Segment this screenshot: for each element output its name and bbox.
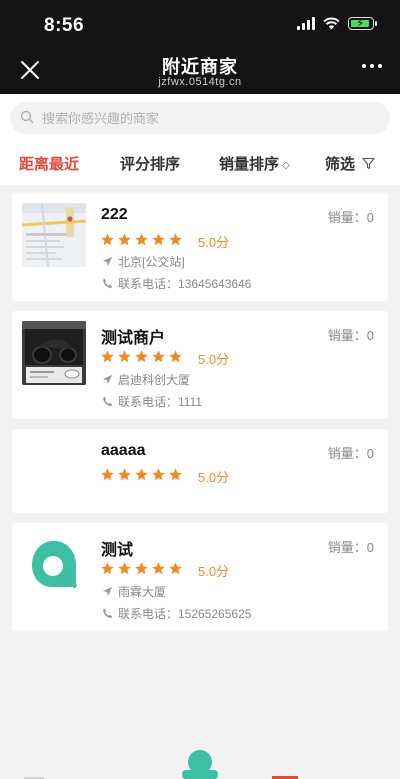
rating-stars [100,467,183,482]
tab-filter[interactable]: 筛选 [325,153,375,174]
star-icon [152,350,165,363]
rating-stars [100,561,183,576]
merchant-score: 5.0分 [198,470,230,485]
phone-icon [103,396,113,407]
star-icon [152,468,165,481]
star-icon [169,233,182,246]
star-icon [118,468,131,481]
search-area [0,94,400,140]
teal-q-logo-icon [32,541,78,589]
merchant-thumbnail-photo [22,321,86,385]
filter-icon [362,157,375,170]
merchant-card[interactable]: 测试商户 销量：0 5.0分 启迪科创大厦 联系电话：1111 [12,311,388,419]
merchant-card[interactable]: 222 销量：0 5.0分 北京[公交站] 联系电话：13645643646 [12,193,388,301]
phone-icon [103,278,113,289]
star-icon [101,350,114,363]
sort-caret-icon: ◇ [282,160,290,171]
merchant-address-text: 北京[公交站] [118,255,185,269]
merchant-thumbnail-map [22,203,86,267]
star-icon [135,233,148,246]
merchant-name: 测试 [101,542,134,559]
phone-icon [103,608,113,619]
merchant-address-text: 启迪科创大厦 [118,373,191,387]
merchant-phone-text: 联系电话：1111 [118,395,203,409]
search-box[interactable] [10,102,390,134]
tab-filter-label: 筛选 [325,156,356,173]
merchant-phone-text: 联系电话：13645643646 [118,277,252,291]
rating-stars [100,232,183,247]
merchant-sales: 销量：0 [327,210,374,225]
tab-sales-sort-label: 销量排序 [219,156,280,173]
battery-icon: ⚡ [348,16,377,30]
merchant-name: 222 [101,206,128,223]
bottom-nav-peek [0,748,400,779]
star-icon [135,468,148,481]
merchant-address: 启迪科创大厦 [102,371,190,388]
more-options-button[interactable] [362,64,382,68]
cellular-signal-icon [297,17,315,30]
tab-sales-sort[interactable]: 销量排序 ◇ [219,153,290,174]
star-icon [169,468,182,481]
merchant-address-text: 雨霖大厦 [118,585,167,599]
top-bar: 8:56 ⚡ 附近商家 jzfwx.0514tg.cn [0,0,400,94]
merchant-sales: 销量：0 [327,328,374,343]
merchant-phone-text: 联系电话：15265265625 [118,607,252,621]
tab-nearest[interactable]: 距离最近 [19,153,79,174]
star-icon [101,233,114,246]
merchant-score: 5.0分 [198,564,230,579]
search-input[interactable] [42,102,372,134]
merchant-sales: 销量：0 [327,446,374,461]
star-icon [152,233,165,246]
location-arrow-icon [102,256,113,267]
merchant-card[interactable]: 测试 销量：0 5.0分 雨霖大厦 联系电话：15265265625 [12,523,388,631]
tab-rating-sort[interactable]: 评分排序 [120,153,180,174]
merchant-address: 雨霖大厦 [102,583,166,600]
sort-tabs: 距离最近 评分排序 销量排序 ◇ 筛选 [0,140,400,185]
merchant-sales: 销量：0 [327,540,374,555]
status-time: 8:56 [44,15,85,36]
status-bar: 8:56 ⚡ [0,0,400,46]
star-icon [135,350,148,363]
star-icon [118,350,131,363]
merchant-phone: 联系电话：1111 [102,393,202,410]
rating-stars [100,349,183,364]
page-subtitle-url: jzfwx.0514tg.cn [158,76,242,88]
star-icon [152,562,165,575]
star-icon [101,562,114,575]
merchant-name: aaaaa [101,442,146,459]
merchant-address: 北京[公交站] [102,253,185,270]
star-icon [169,350,182,363]
center-nav-icon[interactable] [182,750,218,779]
star-icon [101,468,114,481]
status-icons: ⚡ [297,16,377,30]
star-icon [135,562,148,575]
wifi-icon [323,17,340,30]
merchant-card[interactable]: aaaaa 销量：0 5.0分 [12,429,388,513]
star-icon [118,562,131,575]
star-icon [169,562,182,575]
star-icon [118,233,131,246]
merchant-logo [22,533,86,597]
merchant-name: 测试商户 [101,330,166,347]
merchant-score: 5.0分 [198,352,230,367]
search-icon [20,110,34,124]
location-arrow-icon [102,374,113,385]
merchant-phone: 联系电话：15265265625 [102,605,251,622]
location-arrow-icon [102,586,113,597]
merchant-phone: 联系电话：13645643646 [102,275,251,292]
merchant-score: 5.0分 [198,235,230,250]
